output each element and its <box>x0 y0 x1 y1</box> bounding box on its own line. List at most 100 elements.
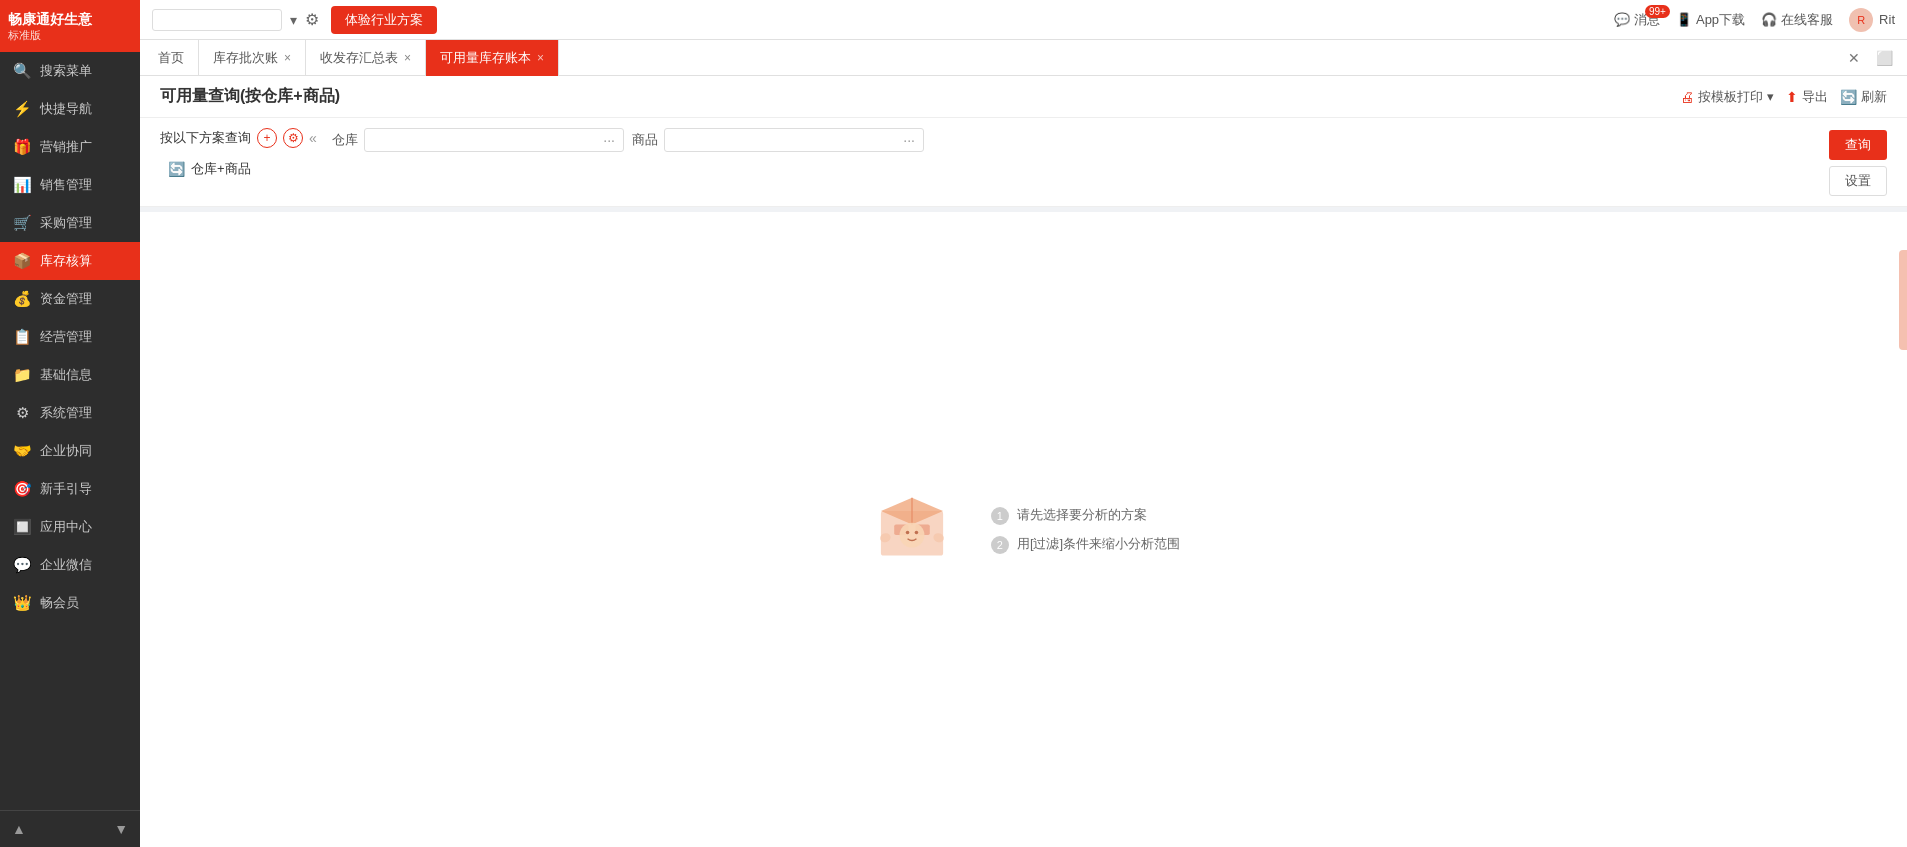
close-tab-button[interactable]: ✕ <box>1842 48 1866 68</box>
sidebar-item-finance[interactable]: 💰 资金管理 <box>0 280 140 318</box>
edit-scheme-button[interactable]: ⚙ <box>283 128 303 148</box>
sidebar-label-purchase: 采购管理 <box>40 214 92 232</box>
svg-point-5 <box>899 522 924 547</box>
goods-input-box: ··· <box>664 128 924 152</box>
svg-point-6 <box>906 530 910 534</box>
sidebar-label-enterprise: 企业协同 <box>40 442 92 460</box>
warehouse-more-button[interactable]: ··· <box>603 132 615 148</box>
tab-label-batch: 库存批次账 <box>213 49 278 67</box>
sidebar-label-finance: 资金管理 <box>40 290 92 308</box>
settings-button[interactable]: 设置 <box>1829 166 1887 196</box>
refresh-action[interactable]: 🔄 刷新 <box>1840 88 1887 106</box>
sidebar-label-appstore: 应用中心 <box>40 518 92 536</box>
sidebar-item-purchase[interactable]: 🛒 采购管理 <box>0 204 140 242</box>
service-icon: 🎧 <box>1761 12 1777 27</box>
sidebar-item-basic[interactable]: 📁基础信息 <box>0 356 140 394</box>
goods-more-button[interactable]: ··· <box>903 132 915 148</box>
sidebar-item-inventory[interactable]: 📦库存核算 <box>0 242 140 280</box>
dropdown-button[interactable]: ▾ <box>290 12 297 28</box>
query-button[interactable]: 查询 <box>1829 130 1887 160</box>
sidebar-icon-shortcut: ⚡ <box>12 100 32 118</box>
gear-button[interactable]: ⚙ <box>305 10 319 29</box>
svg-point-7 <box>915 530 919 534</box>
sidebar-label-member: 畅会员 <box>40 594 79 612</box>
app-download-action[interactable]: 📱 App下载 <box>1676 11 1745 29</box>
sidebar-icon-member: 👑 <box>12 594 32 612</box>
sidebar-icon-finance: 💰 <box>12 290 32 308</box>
sidebar-item-marketing[interactable]: 🎁营销推广 <box>0 128 140 166</box>
empty-box-svg <box>867 480 957 560</box>
print-dropdown-icon[interactable]: ▾ <box>1767 89 1774 104</box>
empty-tips: 1 请先选择要分析的方案 2 用[过滤]条件来缩小分析范围 <box>991 506 1180 554</box>
sidebar-item-sales[interactable]: 📊销售管理 <box>0 166 140 204</box>
sidebar-item-enterprise[interactable]: 🤝企业协同 <box>0 432 140 470</box>
tab-home[interactable]: 首页 <box>148 40 199 76</box>
tip-num-2: 2 <box>991 536 1009 554</box>
online-service-action[interactable]: 🎧 在线客服 <box>1761 11 1833 29</box>
tab-label-available: 可用量库存账本 <box>440 49 531 67</box>
empty-state: 1 请先选择要分析的方案 2 用[过滤]条件来缩小分析范围 <box>140 212 1907 847</box>
tab-close-batch[interactable]: × <box>284 51 291 65</box>
tab-batch[interactable]: 库存批次账 × <box>199 40 306 76</box>
expand-tab-button[interactable]: ⬜ <box>1870 48 1899 68</box>
message-action[interactable]: 💬 消息 99+ <box>1614 11 1660 29</box>
sidebar-item-guide[interactable]: 🎯 新手引导 <box>0 470 140 508</box>
sidebar-label-weixin: 企业微信 <box>40 556 92 574</box>
sidebar-scroll-down[interactable]: ▼ <box>110 819 132 839</box>
sidebar-icon-marketing: 🎁 <box>12 138 32 156</box>
edition-label: 标准版 <box>8 28 132 42</box>
goods-field: 商品 ··· <box>632 128 924 152</box>
scheme-item-label: 仓库+商品 <box>191 160 251 178</box>
sidebar-label-guide: 新手引导 <box>40 480 92 498</box>
tab-label-summary: 收发存汇总表 <box>320 49 398 67</box>
export-action[interactable]: ⬆ 导出 <box>1786 88 1828 106</box>
tab-available[interactable]: 可用量库存账本 × <box>426 40 559 76</box>
trial-button[interactable]: 体验行业方案 <box>331 6 437 34</box>
main-area: ▾ ⚙ 体验行业方案 💬 消息 99+ 📱 App下载 🎧 在线客服 R R <box>140 0 1907 847</box>
sidebar-item-member[interactable]: 👑 畅会员 <box>0 584 140 622</box>
topbar: ▾ ⚙ 体验行业方案 💬 消息 99+ 📱 App下载 🎧 在线客服 R R <box>140 0 1907 40</box>
empty-illustration <box>867 480 967 580</box>
add-scheme-button[interactable]: + <box>257 128 277 148</box>
online-service-label: 在线客服 <box>1781 11 1833 29</box>
sidebar-icon-system: ⚙ <box>12 404 32 422</box>
tabbar: 首页库存批次账 × 收发存汇总表 × 可用量库存账本 × ✕ ⬜ <box>140 40 1907 76</box>
empty-tip-1: 1 请先选择要分析的方案 <box>991 506 1180 525</box>
sidebar-item-appstore[interactable]: 🔲应用中心 <box>0 508 140 546</box>
sidebar-item-shortcut[interactable]: ⚡快捷导航 <box>0 90 140 128</box>
sidebar-icon-guide: 🎯 <box>12 480 32 498</box>
user-area[interactable]: R Rit <box>1849 8 1895 32</box>
tab-close-summary[interactable]: × <box>404 51 411 65</box>
goods-input[interactable] <box>673 133 899 148</box>
sidebar-icon-purchase: 🛒 <box>12 214 32 232</box>
scheme-icon: 🔄 <box>168 161 185 177</box>
tab-summary[interactable]: 收发存汇总表 × <box>306 40 426 76</box>
tab-close-available[interactable]: × <box>537 51 544 65</box>
sidebar-item-search[interactable]: 🔍搜索菜单 <box>0 52 140 90</box>
collapse-scheme-button[interactable]: « <box>309 130 317 146</box>
tab-window-controls: ✕ ⬜ <box>1842 48 1907 68</box>
tip-text-1: 请先选择要分析的方案 <box>1017 506 1147 524</box>
tip-num-1: 1 <box>991 507 1009 525</box>
user-initial: R <box>1857 14 1865 26</box>
page-title: 可用量查询(按仓库+商品) <box>160 86 340 107</box>
sidebar-item-system[interactable]: ⚙ 系统管理 <box>0 394 140 432</box>
filter-actions: 查询 设置 <box>1829 128 1887 196</box>
sidebar-label-system: 系统管理 <box>40 404 92 422</box>
page-header-actions: 🖨 按模板打印 ▾ ⬆ 导出 🔄 刷新 <box>1680 88 1887 106</box>
sidebar-label-operations: 经营管理 <box>40 328 92 346</box>
filter-inputs: 仓库 ··· 商品 ··· <box>332 128 1817 152</box>
warehouse-field: 仓库 ··· <box>332 128 624 152</box>
warehouse-input[interactable] <box>373 133 599 148</box>
mobile-icon: 📱 <box>1676 12 1692 27</box>
print-action[interactable]: 🖨 按模板打印 ▾ <box>1680 88 1774 106</box>
search-input[interactable] <box>152 9 282 31</box>
print-icon: 🖨 <box>1680 89 1694 105</box>
sidebar-icon-search: 🔍 <box>12 62 32 80</box>
sidebar-scroll-up[interactable]: ▲ <box>8 819 30 839</box>
sidebar-item-weixin[interactable]: 💬企业微信 <box>0 546 140 584</box>
scheme-item-warehouse-goods[interactable]: 🔄 仓库+商品 <box>160 156 320 182</box>
sidebar-item-operations[interactable]: 📋经营管理 <box>0 318 140 356</box>
brand-name: 畅康通好生意 <box>8 10 132 28</box>
right-scroll-handle <box>1899 250 1907 350</box>
